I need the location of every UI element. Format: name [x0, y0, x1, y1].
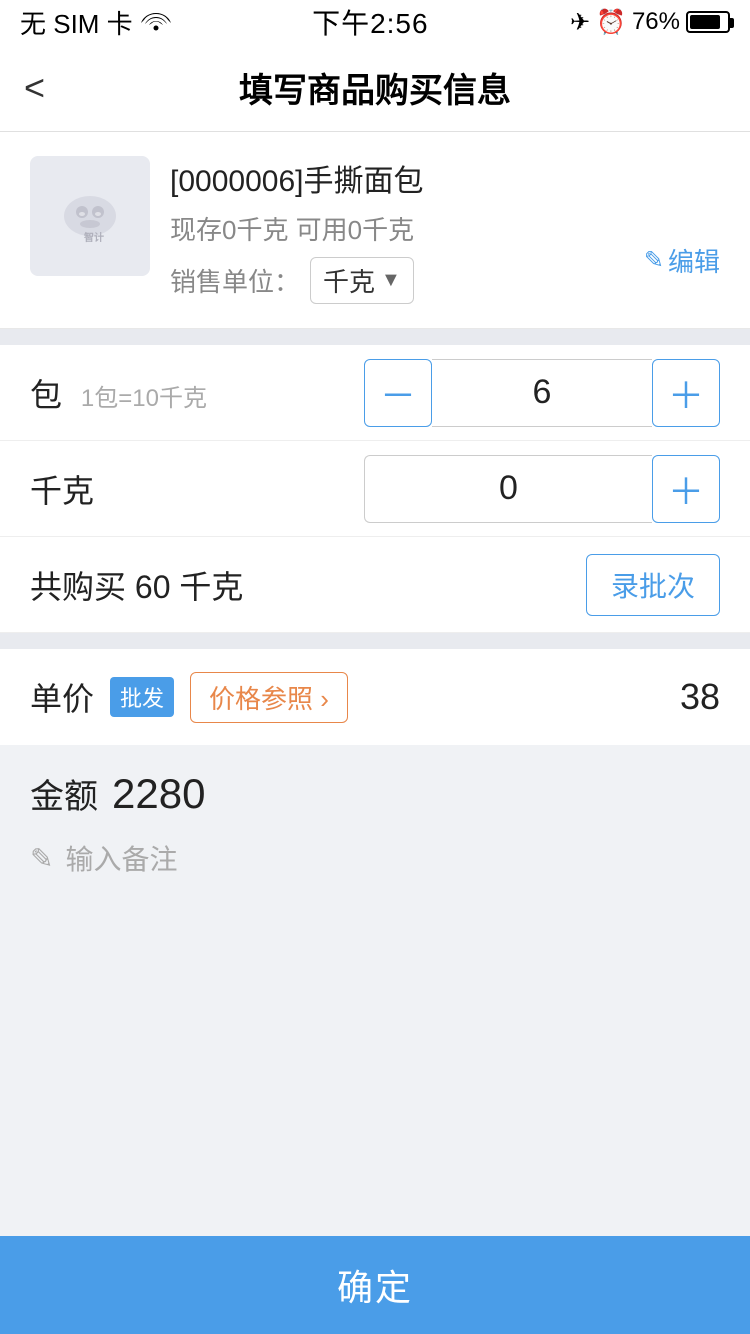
bag-hint: 1包=10千克	[81, 385, 207, 412]
product-thumbnail: 智计	[30, 156, 150, 276]
kg-qty-control: ＋	[364, 455, 720, 523]
total-label: 共购买 60 千克	[30, 562, 243, 608]
page-title: 填写商品购买信息	[239, 63, 511, 112]
input-section: 包 1包=10千克 － ＋ 千克 ＋	[0, 345, 750, 537]
product-card: 智计 [0000006]手撕面包 现存0千克 可用0千克 销售单位： 千克 ▼	[0, 132, 750, 329]
svg-text:智计: 智计	[84, 231, 104, 244]
nav-bar: < 填写商品购买信息	[0, 44, 750, 132]
amount-value: 2280	[112, 770, 205, 818]
amount-row: 金额 2280	[30, 769, 720, 818]
total-row: 共购买 60 千克 录批次	[0, 537, 750, 633]
price-row: 单价 批发 价格参照 › 38	[0, 649, 750, 745]
bag-decrement-button[interactable]: －	[364, 359, 432, 427]
section-separator-2	[0, 633, 750, 649]
edit-icon: ✎	[644, 246, 664, 275]
bag-input-row: 包 1包=10千克 － ＋	[0, 345, 750, 441]
price-tag: 批发	[110, 677, 174, 717]
product-unit-row: 销售单位： 千克 ▼	[170, 257, 720, 304]
unit-label: 销售单位：	[170, 262, 300, 299]
status-right: ✈ ⏰ 76%	[570, 8, 730, 37]
kg-label: 千克	[30, 466, 364, 512]
amount-label: 金额	[30, 769, 98, 818]
amount-section: 金额 2280 ✎ 输入备注	[0, 745, 750, 894]
kg-increment-button[interactable]: ＋	[652, 455, 720, 523]
section-separator-1	[0, 329, 750, 345]
kg-quantity-input[interactable]	[364, 455, 652, 523]
product-logo-icon: 智计	[60, 186, 120, 246]
kg-input-row: 千克 ＋	[0, 441, 750, 537]
product-info: [0000006]手撕面包 现存0千克 可用0千克 销售单位： 千克 ▼	[170, 156, 720, 304]
back-button[interactable]: <	[24, 67, 45, 109]
bag-qty-control: － ＋	[364, 359, 720, 427]
chevron-down-icon: ▼	[381, 269, 401, 292]
batch-button[interactable]: 录批次	[586, 554, 720, 616]
confirm-button[interactable]: 确定	[0, 1236, 750, 1334]
remark-placeholder: 输入备注	[65, 838, 177, 878]
price-section: 单价 批发 价格参照 › 38	[0, 649, 750, 745]
price-reference-button[interactable]: 价格参照 ›	[190, 672, 348, 723]
bag-label: 包 1包=10千克	[30, 370, 364, 416]
battery-icon	[686, 11, 730, 33]
unit-select[interactable]: 千克 ▼	[310, 257, 414, 304]
edit-button[interactable]: ✎ 编辑	[644, 242, 720, 279]
empty-space	[0, 894, 750, 1194]
bag-quantity-input[interactable]	[432, 359, 652, 427]
status-carrier: 无 SIM 卡	[20, 4, 171, 41]
remark-row[interactable]: ✎ 输入备注	[30, 838, 720, 878]
price-label: 单价	[30, 674, 94, 720]
bag-increment-button[interactable]: ＋	[652, 359, 720, 427]
pencil-icon: ✎	[30, 842, 53, 875]
product-name: [0000006]手撕面包	[170, 156, 720, 200]
status-time: 下午2:56	[312, 2, 429, 42]
product-stock: 现存0千克 可用0千克	[170, 210, 720, 247]
status-bar: 无 SIM 卡 下午2:56 ✈ ⏰ 76%	[0, 0, 750, 44]
price-value: 38	[680, 676, 720, 718]
